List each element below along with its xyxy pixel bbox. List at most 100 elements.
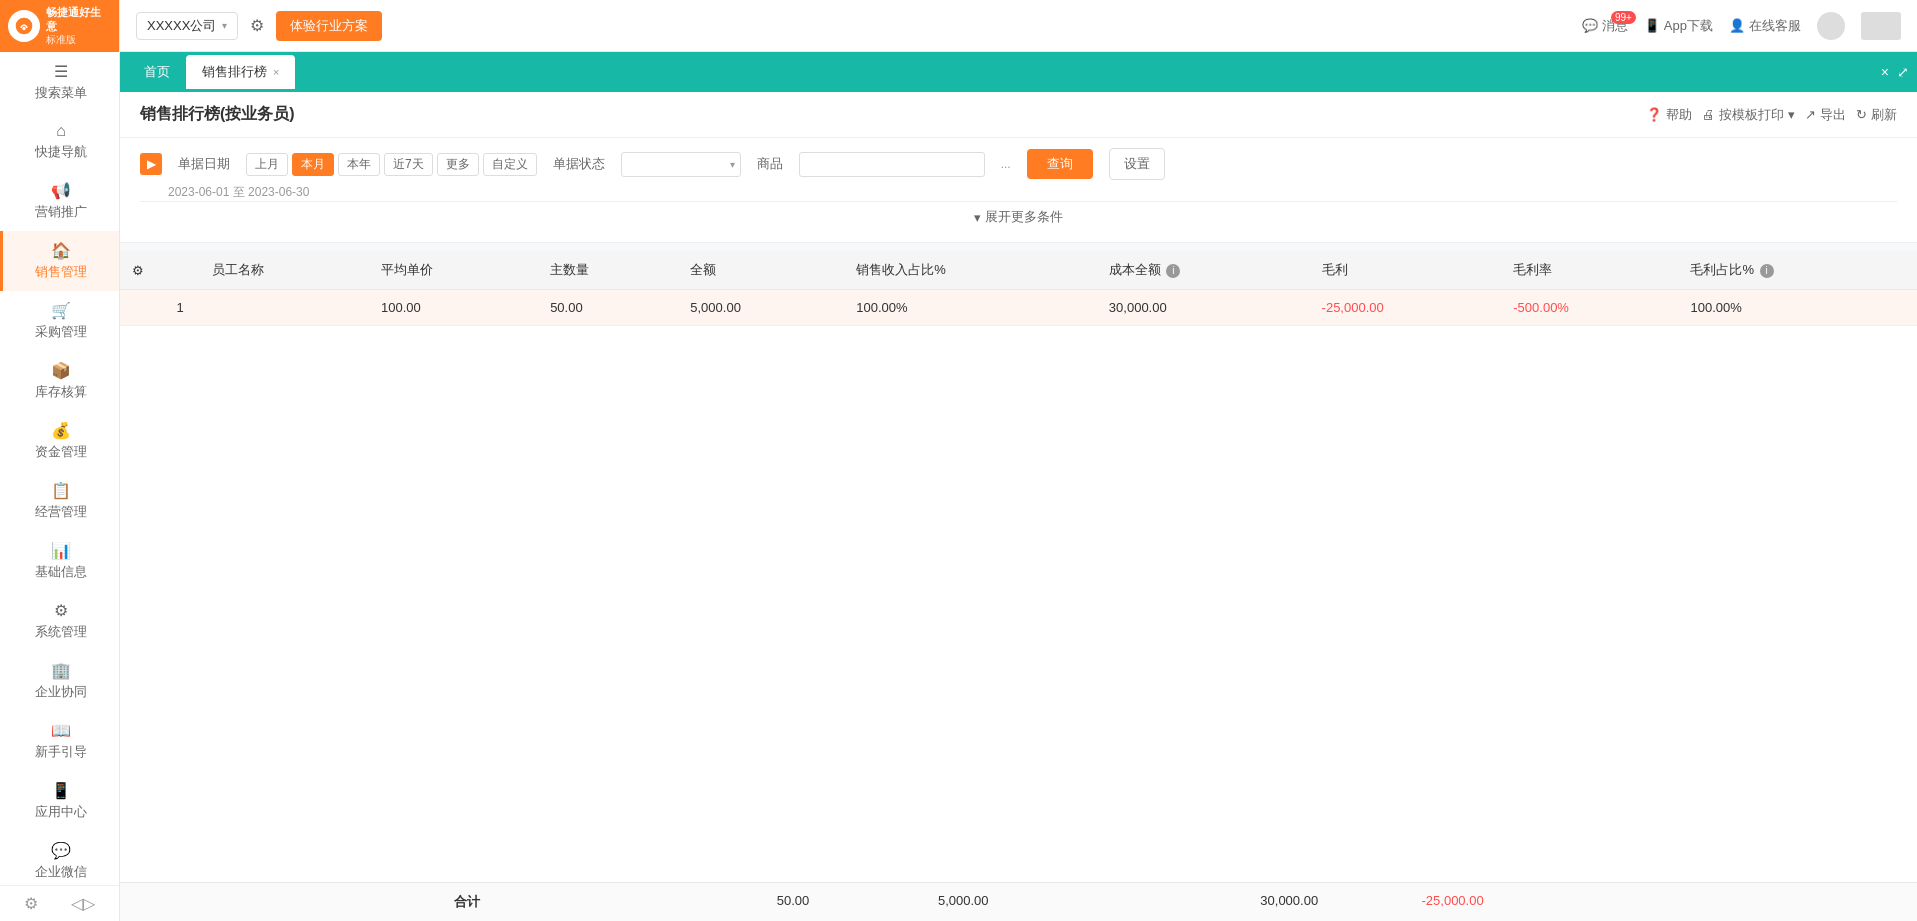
template-print-btn[interactable]: 🖨 按模板打印 ▾ bbox=[1702, 106, 1795, 124]
row-quantity-cell: 50.00 bbox=[538, 290, 678, 326]
tab-home[interactable]: 首页 bbox=[128, 55, 186, 89]
col-header-rank bbox=[160, 251, 200, 290]
sidebar-item-enterprise[interactable]: 🏢 企业协同 bbox=[0, 651, 119, 711]
main-area: XXXXX公司 ▾ ⚙ 体验行业方案 💬 消息 99+ 📱 App下载 👤 在线… bbox=[120, 0, 1917, 921]
col-header-gross-profit: 毛利 bbox=[1310, 251, 1502, 290]
data-table: ⚙ 员工名称 平均单价 主数量 全额 bbox=[120, 251, 1917, 326]
date-custom-btn[interactable]: 自定义 bbox=[483, 153, 537, 176]
search-menu-icon: ☰ bbox=[54, 62, 68, 81]
company-chevron-icon: ▾ bbox=[222, 20, 227, 31]
date-this-year-btn[interactable]: 本年 bbox=[338, 153, 380, 176]
gross-ratio-info-icon[interactable]: i bbox=[1760, 264, 1774, 278]
print-icon: 🖨 bbox=[1702, 107, 1715, 122]
table-header: ⚙ 员工名称 平均单价 主数量 全额 bbox=[120, 251, 1917, 290]
sidebar-settings-btn[interactable]: ⚙ bbox=[24, 894, 38, 913]
sidebar-item-marketing[interactable]: 📢 营销推广 bbox=[0, 171, 119, 231]
tab-close-icon[interactable]: × bbox=[273, 66, 279, 78]
row-employee-cell bbox=[200, 290, 369, 326]
sidebar-item-guide[interactable]: 📖 新手引导 bbox=[0, 711, 119, 771]
col-header-settings[interactable]: ⚙ bbox=[120, 251, 160, 290]
sidebar-item-capital-label: 资金管理 bbox=[35, 443, 87, 461]
app-logo: 畅捷通好生意 标准版 bbox=[0, 0, 119, 52]
goods-filter-label: 商品 bbox=[757, 155, 783, 173]
basic-icon: 📊 bbox=[51, 541, 71, 560]
sidebar-item-system-label: 系统管理 bbox=[35, 623, 87, 641]
footer-gross-profit: -25,000.00 bbox=[1422, 893, 1583, 911]
filter-settings-btn[interactable]: 设置 bbox=[1109, 148, 1165, 180]
sidebar-item-purchase[interactable]: 🛒 采购管理 bbox=[0, 291, 119, 351]
date-7days-btn[interactable]: 近7天 bbox=[384, 153, 433, 176]
status-select[interactable] bbox=[621, 152, 741, 177]
help-label: 帮助 bbox=[1666, 106, 1692, 124]
sidebar-item-operations[interactable]: 📋 经营管理 bbox=[0, 471, 119, 531]
export-btn[interactable]: ↗ 导出 bbox=[1805, 106, 1846, 124]
template-print-label: 按模板打印 bbox=[1719, 106, 1784, 124]
message-btn[interactable]: 💬 消息 99+ bbox=[1582, 17, 1628, 35]
company-name: XXXXX公司 bbox=[147, 17, 216, 35]
col-header-employee: 员工名称 bbox=[200, 251, 369, 290]
export-icon: ↗ bbox=[1805, 107, 1816, 122]
enterprise-icon: 🏢 bbox=[51, 661, 71, 680]
wechat-icon: 💬 bbox=[51, 841, 71, 860]
page-header: 销售排行榜(按业务员) ❓ 帮助 🖨 按模板打印 ▾ ↗ 导出 ↻ 刷新 bbox=[120, 92, 1917, 138]
sidebar-nav: ☰ 搜索菜单 ⌂ 快捷导航 📢 营销推广 🏠 销售管理 🛒 采购管理 📦 库存核… bbox=[0, 52, 119, 885]
help-btn[interactable]: ❓ 帮助 bbox=[1646, 106, 1692, 124]
page-actions: ❓ 帮助 🖨 按模板打印 ▾ ↗ 导出 ↻ 刷新 bbox=[1646, 106, 1897, 124]
refresh-btn[interactable]: ↻ 刷新 bbox=[1856, 106, 1897, 124]
tabbar: 首页 销售排行榜 × × ⤢ bbox=[120, 52, 1917, 92]
sidebar-item-sales[interactable]: 🏠 销售管理 bbox=[0, 231, 119, 291]
sidebar-collapse-btn[interactable]: ◁▷ bbox=[71, 894, 95, 913]
row-gross-rate-cell: -500.00% bbox=[1501, 290, 1678, 326]
filter-collapse-btn[interactable]: ▶ bbox=[140, 153, 162, 175]
sidebar-item-quick[interactable]: ⌂ 快捷导航 bbox=[0, 112, 119, 171]
tab-restore-btn[interactable]: ⤢ bbox=[1897, 64, 1909, 80]
industry-btn[interactable]: 体验行业方案 bbox=[276, 11, 382, 41]
date-more-btn[interactable]: 更多 bbox=[437, 153, 479, 176]
refresh-icon: ↻ bbox=[1856, 107, 1867, 122]
app-download-btn[interactable]: 📱 App下载 bbox=[1644, 17, 1713, 35]
capital-icon: 💰 bbox=[51, 421, 71, 440]
sidebar-item-sales-label: 销售管理 bbox=[35, 263, 87, 281]
table-row: 1 100.00 50.00 5,000.00 bbox=[120, 290, 1917, 326]
sidebar-item-system[interactable]: ⚙ 系统管理 bbox=[0, 591, 119, 651]
online-support-btn[interactable]: 👤 在线客服 bbox=[1729, 17, 1801, 35]
purchase-icon: 🛒 bbox=[51, 301, 71, 320]
footer-avg-price bbox=[616, 893, 777, 911]
sidebar-item-search-label: 搜索菜单 bbox=[35, 84, 87, 102]
sidebar-item-inventory[interactable]: 📦 库存核算 bbox=[0, 351, 119, 411]
cost-info-icon[interactable]: i bbox=[1166, 264, 1180, 278]
help-icon: ❓ bbox=[1646, 107, 1662, 122]
sidebar-item-wechat[interactable]: 💬 企业微信 bbox=[0, 831, 119, 885]
expand-more-btn[interactable]: ▾ 展开更多条件 bbox=[140, 201, 1897, 232]
more-conditions-btn[interactable]: ... bbox=[1001, 157, 1011, 171]
status-filter-label: 单据状态 bbox=[553, 155, 605, 173]
row-gross-ratio-cell: 100.00% bbox=[1678, 290, 1917, 326]
export-label: 导出 bbox=[1820, 106, 1846, 124]
topbar-settings-icon[interactable]: ⚙ bbox=[250, 16, 264, 35]
col-header-gross-rate: 毛利率 bbox=[1501, 251, 1678, 290]
sidebar-item-wechat-label: 企业微信 bbox=[35, 863, 87, 881]
sidebar-item-search[interactable]: ☰ 搜索菜单 bbox=[0, 52, 119, 112]
logo-icon bbox=[8, 10, 40, 42]
download-icon: 📱 bbox=[1644, 18, 1660, 33]
sidebar-item-capital[interactable]: 💰 资金管理 bbox=[0, 411, 119, 471]
sidebar-item-apps-label: 应用中心 bbox=[35, 803, 87, 821]
date-last-month-btn[interactable]: 上月 bbox=[246, 153, 288, 176]
sidebar-item-apps[interactable]: 📱 应用中心 bbox=[0, 771, 119, 831]
goods-filter-input[interactable] bbox=[799, 152, 985, 177]
refresh-label: 刷新 bbox=[1871, 106, 1897, 124]
guide-icon: 📖 bbox=[51, 721, 71, 740]
col-header-avg-price: 平均单价 bbox=[369, 251, 538, 290]
home-icon: ⌂ bbox=[56, 122, 66, 140]
user-avatar[interactable] bbox=[1817, 12, 1845, 40]
tab-sales-rank[interactable]: 销售排行榜 × bbox=[186, 55, 295, 89]
query-btn[interactable]: 查询 bbox=[1027, 149, 1093, 179]
company-selector[interactable]: XXXXX公司 ▾ bbox=[136, 12, 238, 40]
footer-gross-rate bbox=[1583, 893, 1744, 911]
sidebar-item-basic[interactable]: 📊 基础信息 bbox=[0, 531, 119, 591]
support-icon: 👤 bbox=[1729, 18, 1745, 33]
footer-cost: 30,000.00 bbox=[1260, 893, 1421, 911]
date-this-month-btn[interactable]: 本月 bbox=[292, 153, 334, 176]
col-header-quantity: 主数量 bbox=[538, 251, 678, 290]
tab-close-window-btn[interactable]: × bbox=[1881, 64, 1889, 80]
